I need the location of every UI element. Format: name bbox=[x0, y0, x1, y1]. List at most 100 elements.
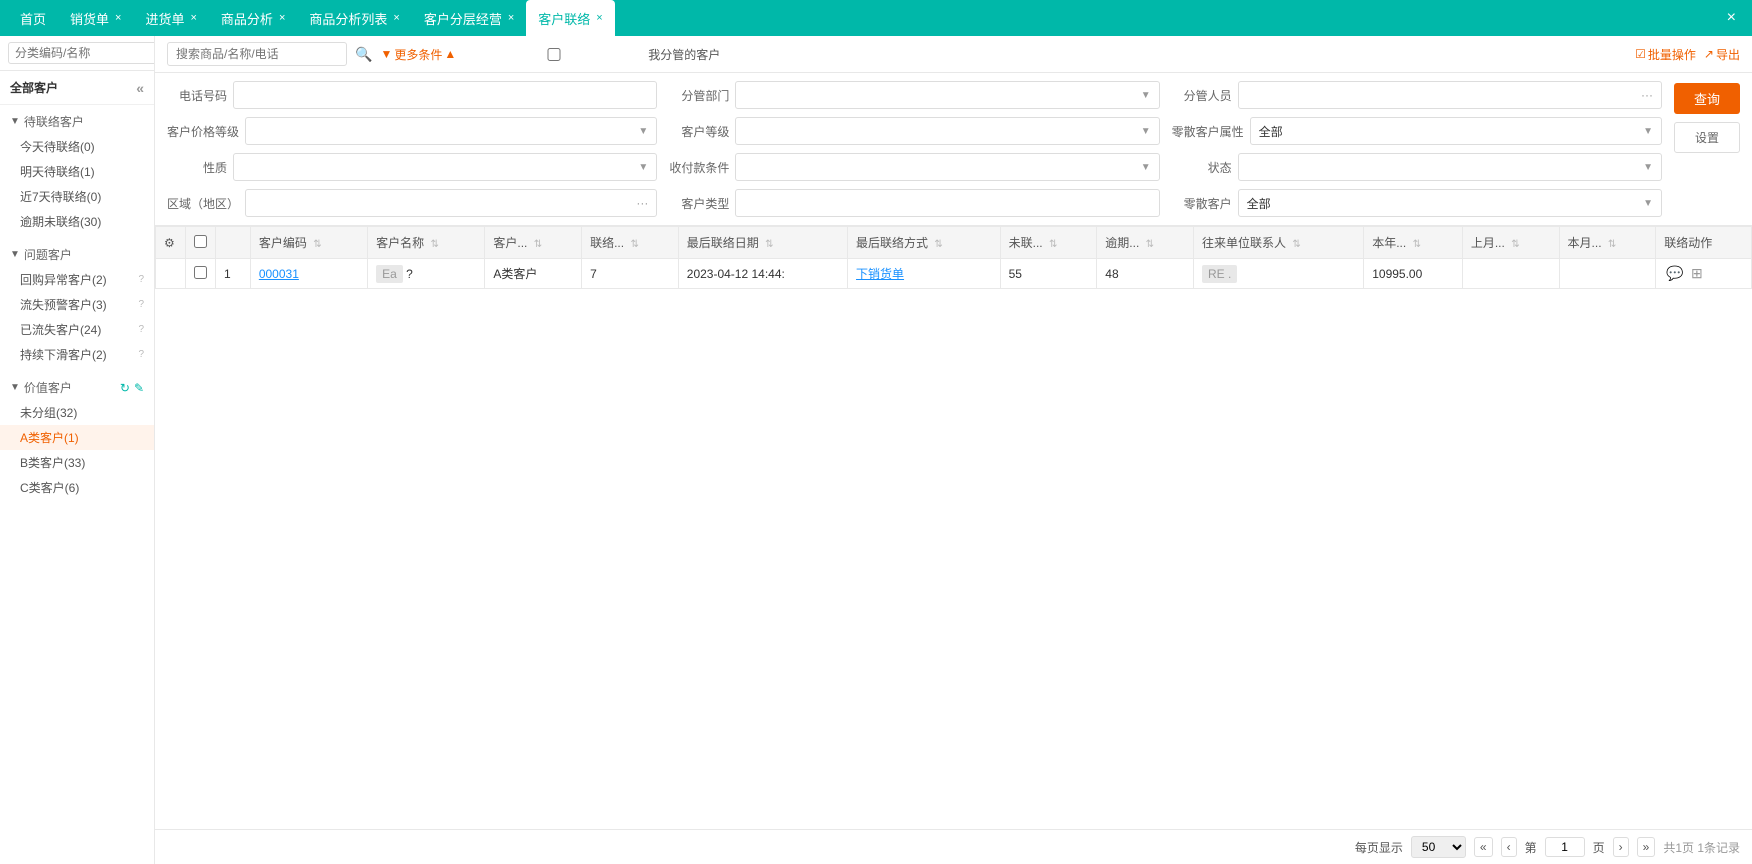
row-last-contact-method[interactable]: 下销货单 bbox=[848, 259, 1001, 289]
scatter-select[interactable]: 全部 ▼ bbox=[1238, 189, 1662, 217]
col-this-year[interactable]: 本年... ⇅ bbox=[1364, 227, 1463, 259]
dept-label: 分管部门 bbox=[669, 87, 729, 104]
row-last-contact-date: 2023-04-12 14:44: bbox=[678, 259, 847, 289]
sidebar-item-today[interactable]: 今天待联络(0) bbox=[0, 134, 154, 159]
sidebar-collapse-icon[interactable]: « bbox=[136, 80, 144, 96]
nav-product-analysis-close[interactable]: × bbox=[279, 12, 285, 24]
nav-sales-order[interactable]: 销货单 × bbox=[58, 0, 133, 36]
sidebar-item-unclassified[interactable]: 未分组(32) bbox=[0, 400, 154, 425]
value-refresh-icon[interactable]: ↻ bbox=[120, 381, 130, 395]
nav-segment-close[interactable]: × bbox=[508, 12, 514, 24]
sidebar-item-class-a[interactable]: A类客户(1) bbox=[0, 425, 154, 450]
first-page-button[interactable]: « bbox=[1474, 837, 1493, 857]
col-overdue[interactable]: 逾期... ⇅ bbox=[1097, 227, 1194, 259]
col-unit-contact[interactable]: 往来单位联系人 ⇅ bbox=[1193, 227, 1363, 259]
manager-select[interactable]: ··· bbox=[1238, 81, 1662, 109]
bulk-operation-button[interactable]: ☑ 批量操作 bbox=[1635, 46, 1696, 63]
row-customer-code[interactable]: 000031 bbox=[250, 259, 367, 289]
sidebar-section-problem-title[interactable]: ▼ 问题客户 bbox=[0, 242, 154, 267]
col-this-month[interactable]: 本月... ⇅ bbox=[1559, 227, 1656, 259]
sidebar-item-overdue[interactable]: 逾期未联络(30) bbox=[0, 209, 154, 234]
nav-customer-segment[interactable]: 客户分层经营 × bbox=[412, 0, 526, 36]
sidebar-section-value-title[interactable]: ▼ 价值客户 ↻ ✎ bbox=[0, 375, 154, 400]
pending-arrow: ▼ bbox=[10, 116, 20, 127]
col-customer-code[interactable]: 客户编码 ⇅ bbox=[250, 227, 367, 259]
query-button[interactable]: 查询 bbox=[1674, 83, 1740, 114]
customer-level-arrow: ▼ bbox=[1141, 126, 1151, 137]
nav-purchase-order[interactable]: 进货单 × bbox=[133, 0, 208, 36]
nav-product-analysis[interactable]: 商品分析 × bbox=[209, 0, 297, 36]
page-size-select[interactable]: 50 100 200 bbox=[1411, 836, 1466, 858]
nav-customer-contact[interactable]: 客户联络 × bbox=[526, 0, 614, 36]
search-input[interactable] bbox=[167, 42, 347, 66]
row-no-contact: 55 bbox=[1000, 259, 1097, 289]
nav-home[interactable]: 首页 bbox=[8, 0, 58, 36]
grid-icon[interactable]: ⊞ bbox=[1691, 265, 1703, 281]
table-row: 1 000031 Ea ? A类客户 7 2023-04-12 14:44: 下… bbox=[156, 259, 1752, 289]
col-last-contact-method[interactable]: 最后联络方式 ⇅ bbox=[848, 227, 1001, 259]
next-page-button[interactable]: › bbox=[1613, 837, 1629, 857]
nav-product-list-close[interactable]: × bbox=[393, 12, 399, 24]
nature-select[interactable]: ▼ bbox=[233, 153, 657, 181]
settings-button[interactable]: 设置 bbox=[1674, 122, 1740, 153]
col-contact[interactable]: 联络... ⇅ bbox=[582, 227, 679, 259]
region-label: 区域（地区） bbox=[167, 195, 239, 212]
sort-code-icon: ⇅ bbox=[313, 239, 321, 250]
customer-code-link[interactable]: 000031 bbox=[259, 267, 299, 281]
my-customer-checkbox[interactable] bbox=[464, 48, 644, 61]
more-filter-button[interactable]: ▼ 更多条件 ▲ bbox=[380, 46, 456, 63]
sidebar-item-tomorrow[interactable]: 明天待联络(1) bbox=[0, 159, 154, 184]
value-edit-icon[interactable]: ✎ bbox=[134, 381, 144, 395]
nav-product-analysis-list[interactable]: 商品分析列表 × bbox=[297, 0, 411, 36]
export-button[interactable]: ↗ 导出 bbox=[1704, 46, 1740, 63]
sidebar-item-churn-warning[interactable]: 流失预警客户(3) ? bbox=[0, 292, 154, 317]
prev-page-button[interactable]: ‹ bbox=[1501, 837, 1517, 857]
col-last-month[interactable]: 上月... ⇅ bbox=[1462, 227, 1559, 259]
right-actions: ☑ 批量操作 ↗ 导出 bbox=[1635, 46, 1740, 63]
region-select[interactable]: ··· bbox=[245, 189, 657, 217]
nav-purchase-close[interactable]: × bbox=[190, 12, 196, 24]
row-gear bbox=[156, 259, 186, 289]
sidebar-all-customers[interactable]: 全部客户 « bbox=[0, 71, 154, 105]
scatter-attr-label: 零散客户属性 bbox=[1172, 123, 1244, 140]
col-last-contact-date[interactable]: 最后联络日期 ⇅ bbox=[678, 227, 847, 259]
sidebar-item-declining[interactable]: 持续下滑客户(2) ? bbox=[0, 342, 154, 367]
payment-select[interactable]: ▼ bbox=[735, 153, 1159, 181]
message-icon[interactable]: 💬 bbox=[1666, 265, 1683, 281]
my-customer-checkbox-label[interactable]: 我分管的客户 bbox=[464, 46, 720, 63]
last-page-button[interactable]: » bbox=[1637, 837, 1656, 857]
sidebar-search-input[interactable] bbox=[8, 42, 155, 64]
page-number-input[interactable] bbox=[1545, 837, 1585, 857]
col-no-contact[interactable]: 未联... ⇅ bbox=[1000, 227, 1097, 259]
unit-contact-tag: RE . bbox=[1202, 265, 1237, 283]
nav-contact-close[interactable]: × bbox=[596, 12, 602, 24]
nav-sales-order-close[interactable]: × bbox=[115, 12, 121, 24]
price-level-select[interactable]: ▼ bbox=[245, 117, 657, 145]
scatter-arrow: ▼ bbox=[1643, 198, 1653, 209]
filter-field-scatter-attr: 零散客户属性 全部 ▼ bbox=[1172, 117, 1662, 145]
col-customer-type[interactable]: 客户... ⇅ bbox=[485, 227, 582, 259]
sidebar-item-churned[interactable]: 已流失客户(24) ? bbox=[0, 317, 154, 342]
filter-search-icon[interactable]: 🔍 bbox=[355, 46, 372, 63]
scatter-attr-select[interactable]: 全部 ▼ bbox=[1250, 117, 1662, 145]
col-gear[interactable]: ⚙ bbox=[156, 227, 186, 259]
select-all-checkbox[interactable] bbox=[194, 235, 207, 248]
payment-label: 收付款条件 bbox=[669, 159, 729, 176]
dept-select[interactable]: ▼ bbox=[735, 81, 1159, 109]
table-header-row: ⚙ 客户编码 ⇅ 客户名称 ⇅ bbox=[156, 227, 1752, 259]
sidebar-section-pending-title[interactable]: ▼ 待联络客户 bbox=[0, 109, 154, 134]
status-select[interactable]: ▼ bbox=[1238, 153, 1662, 181]
col-customer-name[interactable]: 客户名称 ⇅ bbox=[368, 227, 485, 259]
window-close-button[interactable]: × bbox=[1719, 9, 1744, 27]
sidebar-item-repurchase-abnormal[interactable]: 回购异常客户(2) ? bbox=[0, 267, 154, 292]
filter-field-scatter: 零散客户 全部 ▼ bbox=[1172, 189, 1662, 217]
row-checkbox[interactable] bbox=[194, 266, 207, 279]
sidebar-item-7days[interactable]: 近7天待联络(0) bbox=[0, 184, 154, 209]
customer-type-input[interactable] bbox=[735, 189, 1159, 217]
filter-row-1: 电话号码 分管部门 ▼ bbox=[167, 81, 1662, 109]
sidebar-item-class-c[interactable]: C类客户(6) bbox=[0, 475, 154, 500]
contact-method-link[interactable]: 下销货单 bbox=[856, 267, 904, 281]
sidebar-item-class-b[interactable]: B类客户(33) bbox=[0, 450, 154, 475]
phone-input[interactable] bbox=[233, 81, 657, 109]
customer-level-select[interactable]: ▼ bbox=[735, 117, 1159, 145]
